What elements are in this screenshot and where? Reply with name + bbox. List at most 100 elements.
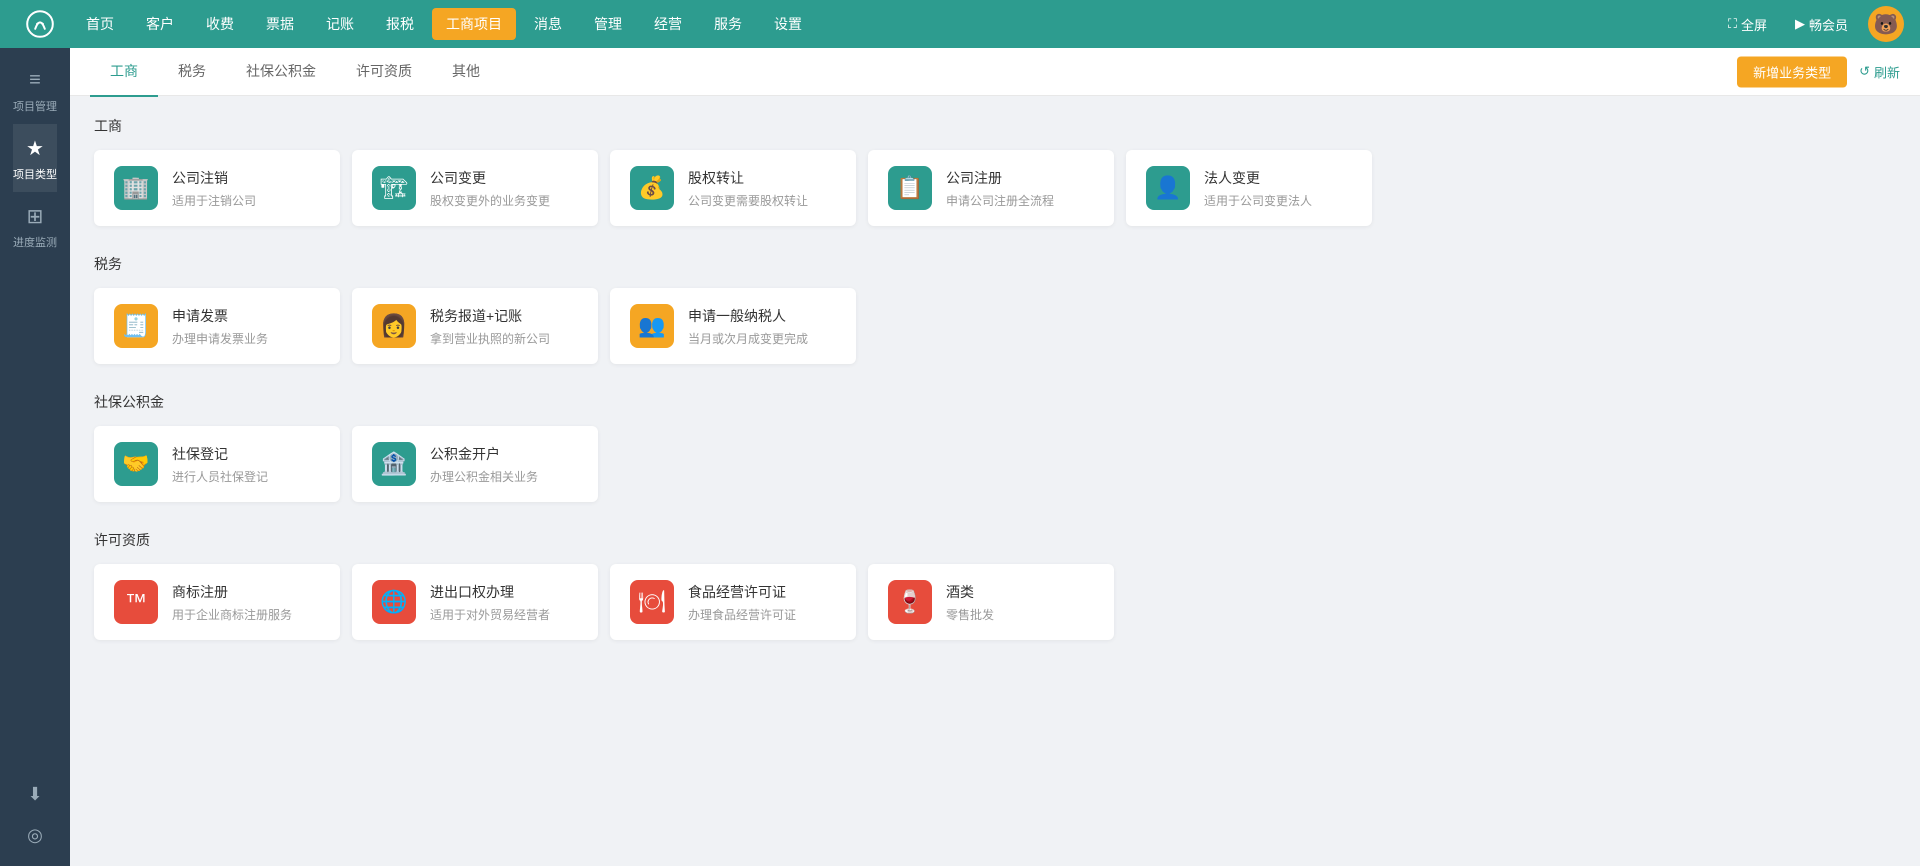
sidebar-label-1: 项目类型 — [13, 166, 57, 182]
card-text-法人变更: 法人变更 适用于公司变更法人 — [1204, 168, 1312, 209]
nav-right: ⛶ 全屏 ▶ 畅会员 🐻 — [1720, 6, 1904, 42]
cards-grid-许可资质: ™ 商标注册 用于企业商标注册服务 🌐 进出口权办理 适用于对外贸易经营者 🍽 … — [94, 564, 1896, 640]
sidebar-icon-1: ★ — [21, 134, 49, 162]
nav-item-服务[interactable]: 服务 — [700, 8, 756, 40]
card-desc-商标注册: 用于企业商标注册服务 — [172, 606, 292, 623]
card-desc-公司变更: 股权变更外的业务变更 — [430, 192, 550, 209]
user-avatar[interactable]: 🐻 — [1868, 6, 1904, 42]
sidebar-bottom-item-0[interactable]: ⬇ — [27, 776, 43, 813]
fullscreen-label: 全屏 — [1741, 15, 1767, 34]
sidebar-item-项目管理[interactable]: ≡ 项目管理 — [13, 56, 57, 124]
section-title-社保公积金: 社保公积金 — [94, 392, 1896, 412]
refresh-label: 刷新 — [1874, 62, 1900, 81]
card-title-法人变更: 法人变更 — [1204, 168, 1312, 188]
nav-item-经营[interactable]: 经营 — [640, 8, 696, 40]
card-icon-进出口权办理: 🌐 — [372, 580, 416, 624]
new-type-button[interactable]: 新增业务类型 — [1737, 56, 1847, 87]
sidebar-label-2: 进度监测 — [13, 234, 57, 250]
cards-grid-社保公积金: 🤝 社保登记 进行人员社保登记 🏦 公积金开户 办理公积金相关业务 — [94, 426, 1896, 502]
card-法人变更[interactable]: 👤 法人变更 适用于公司变更法人 — [1126, 150, 1372, 226]
section-title-工商: 工商 — [94, 116, 1896, 136]
card-icon-商标注册: ™ — [114, 580, 158, 624]
card-text-税务报道+记账: 税务报道+记账 拿到营业执照的新公司 — [430, 306, 550, 347]
card-desc-酒类: 零售批发 — [946, 606, 994, 623]
card-text-社保登记: 社保登记 进行人员社保登记 — [172, 444, 268, 485]
card-title-食品经营许可证: 食品经营许可证 — [688, 582, 796, 602]
card-公积金开户[interactable]: 🏦 公积金开户 办理公积金相关业务 — [352, 426, 598, 502]
nav-item-工商项目[interactable]: 工商项目 — [432, 8, 516, 40]
fullscreen-icon: ⛶ — [1728, 16, 1737, 32]
card-icon-申请一般纳税人: 👥 — [630, 304, 674, 348]
nav-item-收费[interactable]: 收费 — [192, 8, 248, 40]
tab-社保公积金[interactable]: 社保公积金 — [226, 48, 336, 97]
member-button[interactable]: ▶ 畅会员 — [1787, 11, 1856, 38]
nav-item-客户[interactable]: 客户 — [132, 8, 188, 40]
card-title-社保登记: 社保登记 — [172, 444, 268, 464]
card-desc-法人变更: 适用于公司变更法人 — [1204, 192, 1312, 209]
fullscreen-button[interactable]: ⛶ 全屏 — [1720, 11, 1775, 38]
refresh-button[interactable]: ↺ 刷新 — [1859, 62, 1900, 81]
sidebar-icon-2: ⊞ — [21, 202, 49, 230]
card-icon-社保登记: 🤝 — [114, 442, 158, 486]
cards-grid-税务: 🧾 申请发票 办理申请发票业务 👩 税务报道+记账 拿到营业执照的新公司 👥 申… — [94, 288, 1896, 364]
card-申请一般纳税人[interactable]: 👥 申请一般纳税人 当月或次月成变更完成 — [610, 288, 856, 364]
card-desc-公司注销: 适用于注销公司 — [172, 192, 256, 209]
card-desc-公积金开户: 办理公积金相关业务 — [430, 468, 538, 485]
card-title-申请一般纳税人: 申请一般纳税人 — [688, 306, 808, 326]
card-title-公司注销: 公司注销 — [172, 168, 256, 188]
tab-其他[interactable]: 其他 — [432, 48, 500, 97]
nav-item-首页[interactable]: 首页 — [72, 8, 128, 40]
nav-item-报税[interactable]: 报税 — [372, 8, 428, 40]
refresh-icon: ↺ — [1859, 64, 1870, 80]
card-text-食品经营许可证: 食品经营许可证 办理食品经营许可证 — [688, 582, 796, 623]
card-商标注册[interactable]: ™ 商标注册 用于企业商标注册服务 — [94, 564, 340, 640]
card-申请发票[interactable]: 🧾 申请发票 办理申请发票业务 — [94, 288, 340, 364]
nav-item-消息[interactable]: 消息 — [520, 8, 576, 40]
card-食品经营许可证[interactable]: 🍽 食品经营许可证 办理食品经营许可证 — [610, 564, 856, 640]
tab-工商[interactable]: 工商 — [90, 48, 158, 97]
card-title-公司注册: 公司注册 — [946, 168, 1054, 188]
card-title-税务报道+记账: 税务报道+记账 — [430, 306, 550, 326]
tab-bar: 工商税务社保公积金许可资质其他 新增业务类型 ↺ 刷新 — [70, 48, 1920, 96]
nav-item-设置[interactable]: 设置 — [760, 8, 816, 40]
logo — [16, 0, 64, 48]
scroll-content: 工商 🏢 公司注销 适用于注销公司 🏗 公司变更 股权变更外的业务变更 💰 股权… — [70, 96, 1920, 866]
card-title-酒类: 酒类 — [946, 582, 994, 602]
member-label: 畅会员 — [1809, 15, 1848, 34]
card-公司注册[interactable]: 📋 公司注册 申请公司注册全流程 — [868, 150, 1114, 226]
card-desc-申请一般纳税人: 当月或次月成变更完成 — [688, 330, 808, 347]
section-title-许可资质: 许可资质 — [94, 530, 1896, 550]
content-area: 工商税务社保公积金许可资质其他 新增业务类型 ↺ 刷新 工商 🏢 公司注销 适用… — [70, 48, 1920, 866]
card-税务报道+记账[interactable]: 👩 税务报道+记账 拿到营业执照的新公司 — [352, 288, 598, 364]
card-text-商标注册: 商标注册 用于企业商标注册服务 — [172, 582, 292, 623]
card-公司变更[interactable]: 🏗 公司变更 股权变更外的业务变更 — [352, 150, 598, 226]
card-text-公积金开户: 公积金开户 办理公积金相关业务 — [430, 444, 538, 485]
sidebar-item-进度监测[interactable]: ⊞ 进度监测 — [13, 192, 57, 260]
card-社保登记[interactable]: 🤝 社保登记 进行人员社保登记 — [94, 426, 340, 502]
nav-item-记账[interactable]: 记账 — [312, 8, 368, 40]
tab-许可资质[interactable]: 许可资质 — [336, 48, 432, 97]
card-icon-酒类: 🍷 — [888, 580, 932, 624]
card-公司注销[interactable]: 🏢 公司注销 适用于注销公司 — [94, 150, 340, 226]
card-desc-申请发票: 办理申请发票业务 — [172, 330, 268, 347]
card-text-公司注册: 公司注册 申请公司注册全流程 — [946, 168, 1054, 209]
card-title-公司变更: 公司变更 — [430, 168, 550, 188]
card-进出口权办理[interactable]: 🌐 进出口权办理 适用于对外贸易经营者 — [352, 564, 598, 640]
card-股权转让[interactable]: 💰 股权转让 公司变更需要股权转让 — [610, 150, 856, 226]
sidebar-bottom-item-1[interactable]: ◎ — [27, 817, 43, 854]
cards-grid-工商: 🏢 公司注销 适用于注销公司 🏗 公司变更 股权变更外的业务变更 💰 股权转让 … — [94, 150, 1896, 226]
main-layout: ≡ 项目管理 ★ 项目类型 ⊞ 进度监测 ⬇ ◎ 工商税务社保公积金许可资质其他 … — [0, 48, 1920, 866]
nav-item-票据[interactable]: 票据 — [252, 8, 308, 40]
card-icon-食品经营许可证: 🍽 — [630, 580, 674, 624]
card-text-公司注销: 公司注销 适用于注销公司 — [172, 168, 256, 209]
card-title-公积金开户: 公积金开户 — [430, 444, 538, 464]
card-text-申请一般纳税人: 申请一般纳税人 当月或次月成变更完成 — [688, 306, 808, 347]
nav-item-管理[interactable]: 管理 — [580, 8, 636, 40]
card-desc-税务报道+记账: 拿到营业执照的新公司 — [430, 330, 550, 347]
tab-税务[interactable]: 税务 — [158, 48, 226, 97]
sidebar-item-项目类型[interactable]: ★ 项目类型 — [13, 124, 57, 192]
card-desc-公司注册: 申请公司注册全流程 — [946, 192, 1054, 209]
card-icon-公积金开户: 🏦 — [372, 442, 416, 486]
left-sidebar: ≡ 项目管理 ★ 项目类型 ⊞ 进度监测 ⬇ ◎ — [0, 48, 70, 866]
card-酒类[interactable]: 🍷 酒类 零售批发 — [868, 564, 1114, 640]
